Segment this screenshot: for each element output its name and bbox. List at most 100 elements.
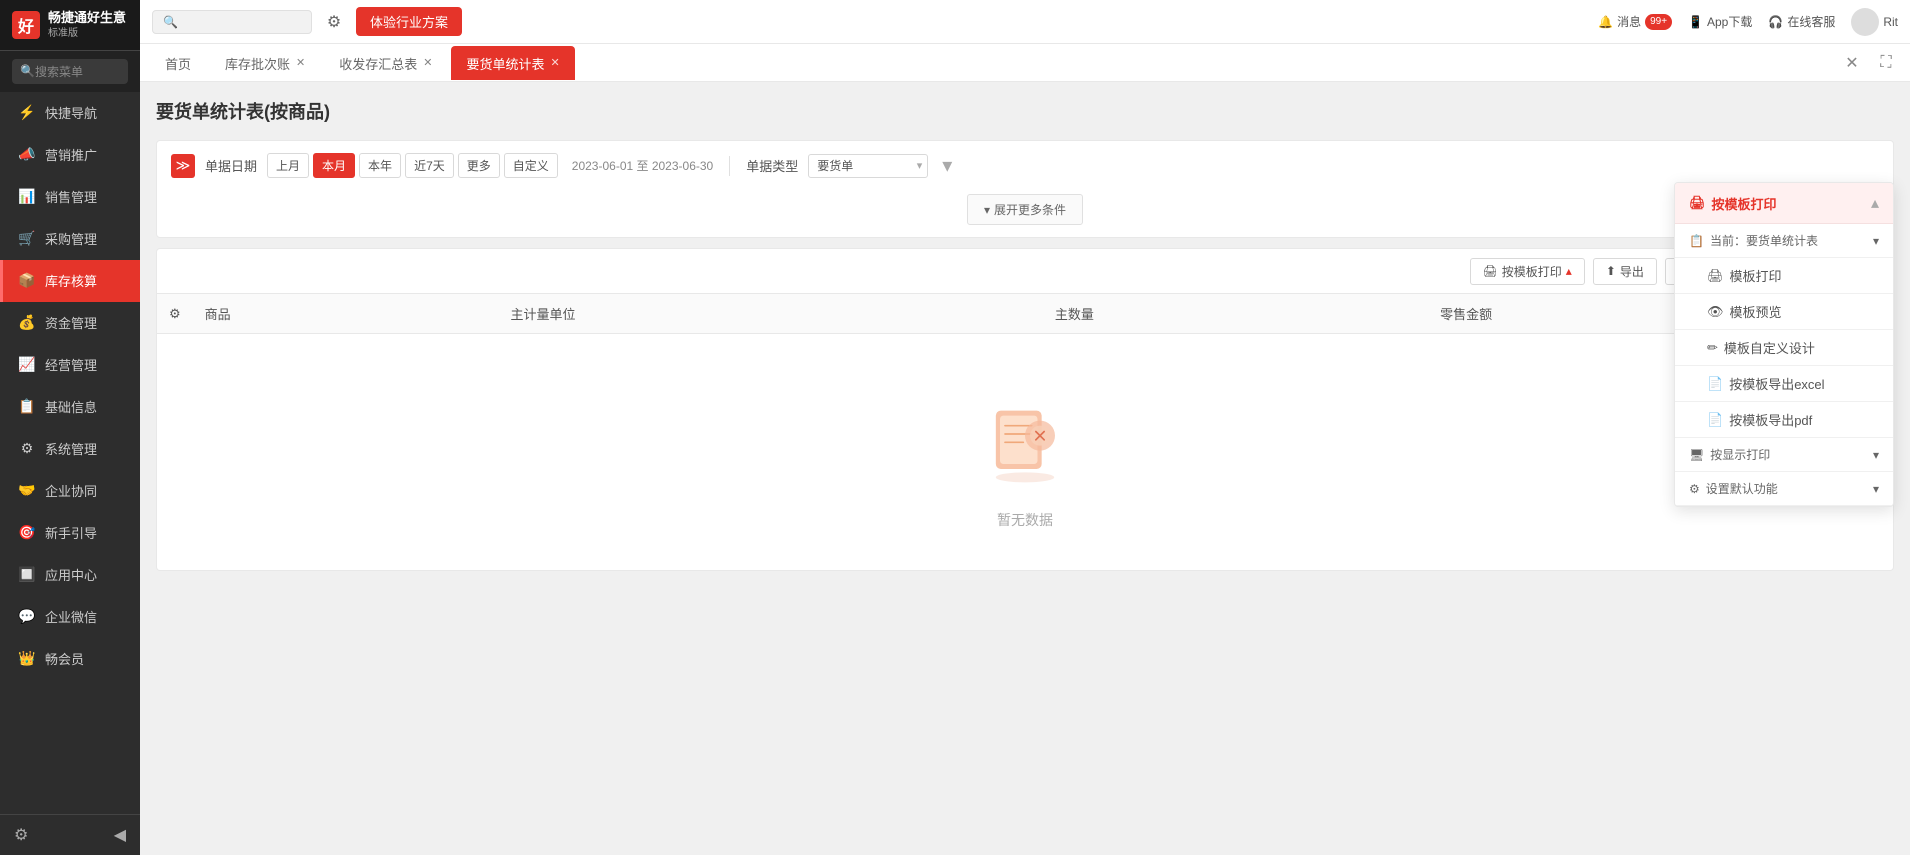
notifications-label: 消息	[1617, 13, 1641, 30]
close-icon[interactable]: ✕	[551, 58, 560, 69]
expand-window-btn[interactable]: ⛶	[1872, 49, 1900, 77]
dropdown-template-print-item: 🖨 模板打印	[1675, 258, 1893, 294]
sidebar-footer: ⚙ ◀	[0, 814, 140, 855]
topbar-search-box[interactable]: 🔍	[152, 10, 312, 34]
dropdown-header: 🖨 按模板打印 ▴	[1675, 183, 1893, 224]
preview-icon: 👁	[1707, 304, 1724, 320]
enterprise-icon: 🤝	[17, 481, 37, 501]
printer-small-icon: 🖨	[1707, 268, 1724, 284]
date-range-text: 2023-06-01 至 2023-06-30	[572, 157, 713, 174]
date-btn-custom[interactable]: 自定义	[504, 153, 558, 178]
export-excel-menu-item[interactable]: 📄 按模板导出excel	[1675, 366, 1893, 401]
member-icon: 👑	[17, 649, 37, 669]
sidebar-item-wechat[interactable]: 💬 企业微信	[0, 596, 140, 638]
default-function-header[interactable]: ⚙ 设置默认功能 ▾	[1675, 472, 1893, 505]
sidebar-item-finance[interactable]: 💰 资金管理	[0, 302, 140, 344]
close-icon[interactable]: ✕	[296, 58, 305, 69]
sidebar-item-enterprise[interactable]: 🤝 企业协同	[0, 470, 140, 512]
export-pdf-item-label: 按模板导出pdf	[1729, 410, 1812, 429]
expand-more-conditions-btn[interactable]: ▾ 展开更多条件	[967, 194, 1083, 225]
sidebar-item-label: 企业微信	[45, 607, 97, 626]
close-window-btn[interactable]: ✕	[1838, 49, 1866, 77]
user-name: Rit	[1883, 15, 1898, 29]
col-header-quantity: 主数量	[1043, 294, 1428, 334]
date-btn-more[interactable]: 更多	[458, 153, 500, 178]
sidebar-item-beginner[interactable]: 🎯 新手引导	[0, 512, 140, 554]
sidebar-item-label: 经营管理	[45, 355, 97, 374]
settings-icon[interactable]: ⚙	[14, 825, 28, 845]
trial-btn[interactable]: 体验行业方案	[356, 7, 462, 36]
filter-expand-icon[interactable]: ≫	[171, 154, 195, 178]
export-pdf-menu-item[interactable]: 📄 按模板导出pdf	[1675, 402, 1893, 437]
sidebar-item-marketing[interactable]: 📣 营销推广	[0, 134, 140, 176]
date-btn-7days[interactable]: 近7天	[405, 153, 454, 178]
sidebar-search-area[interactable]: 🔍 搜索菜单	[0, 51, 140, 92]
template-design-menu-item[interactable]: ✏ 模板自定义设计	[1675, 330, 1893, 365]
collapse-icon[interactable]: ◀	[114, 825, 126, 845]
sidebar-item-operations[interactable]: 📈 经营管理	[0, 344, 140, 386]
current-template-header[interactable]: 📋 当前：要货单统计表 ▾	[1675, 224, 1893, 257]
tab-inventory-batch[interactable]: 库存批次账 ✕	[210, 46, 320, 80]
beginner-icon: 🎯	[17, 523, 37, 543]
sidebar-item-system[interactable]: ⚙ 系统管理	[0, 428, 140, 470]
sidebar-item-basic-info[interactable]: 📋 基础信息	[0, 386, 140, 428]
template-preview-menu-item[interactable]: 👁 模板预览	[1675, 294, 1893, 329]
date-filter-label: 单据日期	[205, 156, 257, 175]
tab-summary[interactable]: 收发存汇总表 ✕	[324, 46, 447, 80]
purchase-icon: 🛒	[17, 229, 37, 249]
sidebar-search-label: 搜索菜单	[35, 63, 83, 80]
export-btn[interactable]: ⬆ 导出	[1593, 258, 1657, 285]
dropdown-display-print-section: 🖥 按显示打印 ▾	[1675, 438, 1893, 472]
topbar-gear-btn[interactable]: ⚙	[320, 8, 348, 36]
search-icon: 🔍	[20, 64, 35, 78]
sidebar-item-app-center[interactable]: 🔲 应用中心	[0, 554, 140, 596]
date-btn-this-year[interactable]: 本年	[359, 153, 401, 178]
sidebar-item-label: 应用中心	[45, 565, 97, 584]
sidebar-item-label: 快捷导航	[45, 103, 97, 122]
notifications-btn[interactable]: 🔔 消息 99+	[1598, 13, 1672, 30]
tab-order-stats[interactable]: 要货单统计表 ✕	[451, 46, 574, 80]
pdf-icon: 📄	[1707, 412, 1723, 428]
sidebar-item-sales[interactable]: 📊 销售管理	[0, 176, 140, 218]
dropdown-close-btn[interactable]: ▴	[1871, 193, 1879, 213]
expand-more-label: 展开更多条件	[994, 201, 1066, 218]
template-print-menu-item[interactable]: 🖨 模板打印	[1675, 258, 1893, 293]
online-service-btn[interactable]: 🎧 在线客服	[1768, 13, 1835, 30]
bell-icon: 🔔	[1598, 15, 1613, 29]
app-logo-icon: 好	[12, 11, 40, 39]
page-area: 要货单统计表(按商品) ≫ 单据日期 上月 本月 本年 近7天 更多 自定义 2…	[140, 82, 1910, 855]
notifications-badge: 99+	[1645, 14, 1672, 30]
sidebar-item-purchase[interactable]: 🛒 采购管理	[0, 218, 140, 260]
user-avatar-btn[interactable]: Rit	[1851, 8, 1898, 36]
sales-icon: 📊	[17, 187, 37, 207]
order-type-select-wrap[interactable]: 要货单	[808, 154, 928, 178]
dropdown-export-pdf-item: 📄 按模板导出pdf	[1675, 402, 1893, 438]
sidebar-item-inventory[interactable]: 📦 库存核算	[0, 260, 140, 302]
template-print-btn[interactable]: 🖨 按模板打印 ▴	[1470, 258, 1585, 285]
sidebar-item-label: 系统管理	[45, 439, 97, 458]
date-btn-this-month[interactable]: 本月	[313, 153, 355, 178]
empty-text: 暂无数据	[997, 510, 1053, 530]
sidebar-item-label: 畅会员	[45, 649, 84, 668]
app-download-btn[interactable]: 📱 App下载	[1688, 13, 1752, 30]
order-type-select[interactable]: 要货单	[808, 154, 928, 178]
excel-icon: 📄	[1707, 376, 1723, 392]
sidebar-item-member[interactable]: 👑 畅会员	[0, 638, 140, 680]
tabs-bar: 首页 库存批次账 ✕ 收发存汇总表 ✕ 要货单统计表 ✕ ✕ ⛶	[140, 44, 1910, 82]
dropdown-title-area: 🖨 按模板打印	[1689, 194, 1777, 213]
export-label: 导出	[1620, 263, 1644, 280]
operations-icon: 📈	[17, 355, 37, 375]
sidebar-item-label: 企业协同	[45, 481, 97, 500]
template-preview-item-label: 模板预览	[1730, 302, 1782, 321]
date-btn-last-month[interactable]: 上月	[267, 153, 309, 178]
marketing-icon: 📣	[17, 145, 37, 165]
sidebar-search-input[interactable]: 🔍 搜索菜单	[12, 59, 128, 84]
display-print-header[interactable]: 🖥 按显示打印 ▾	[1675, 438, 1893, 471]
chevron-down-icon: ▾	[1873, 482, 1879, 496]
wechat-icon: 💬	[17, 607, 37, 627]
printer-icon: 🖨	[1689, 195, 1706, 211]
close-icon[interactable]: ✕	[423, 58, 432, 69]
sidebar-item-quick-nav[interactable]: ⚡ 快捷导航	[0, 92, 140, 134]
tab-home[interactable]: 首页	[150, 46, 206, 80]
column-settings-icon[interactable]: ⚙	[169, 306, 181, 321]
